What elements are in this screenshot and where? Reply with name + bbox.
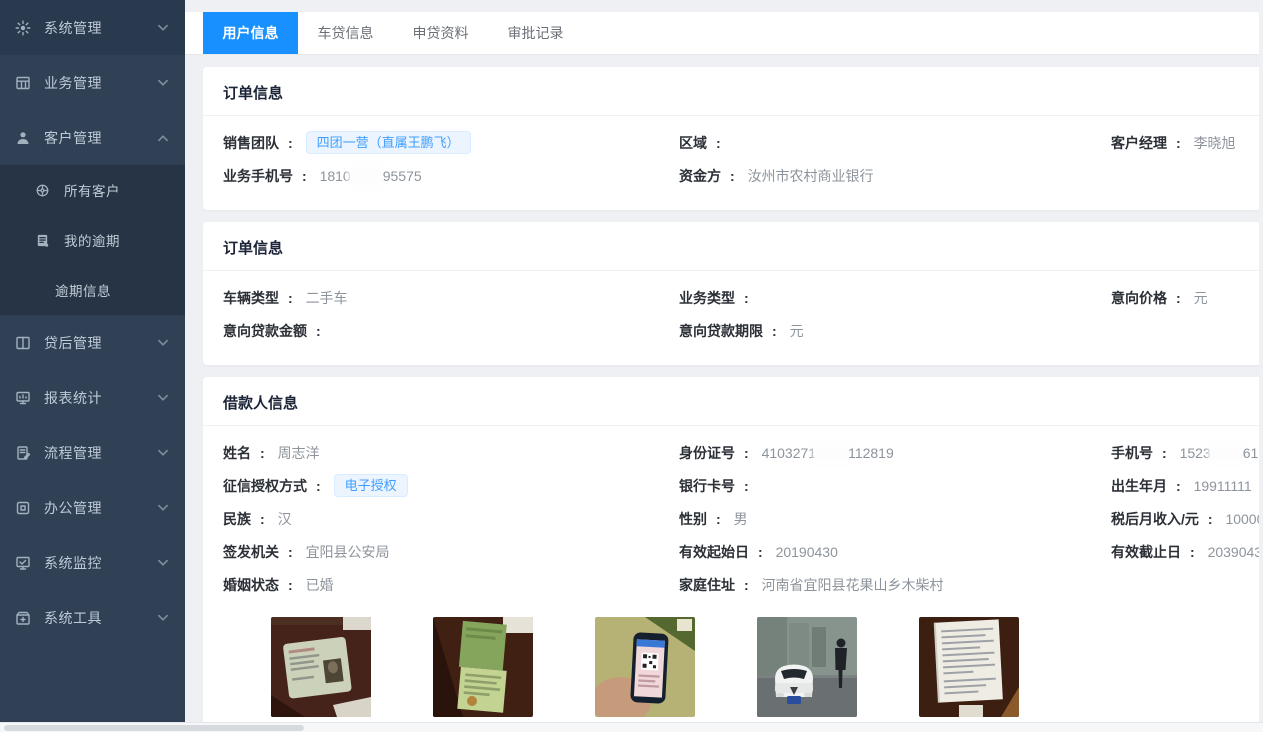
detail-tabbar: 用户信息 车贷信息 申贷资料 审批记录 (185, 12, 1263, 55)
field-valid-to: 有效截止日: 20390430 (1111, 542, 1263, 562)
monitor-check-icon (15, 555, 33, 571)
id-card-photo[interactable] (271, 617, 371, 732)
field-gender: 性别: 男 (679, 509, 1111, 529)
field-phone: 手机号: 15236137 (1111, 443, 1263, 463)
sidebar-item-label: 业务管理 (44, 73, 157, 93)
order-info-card-1: 订单信息 销售团队: 四团一营（直属王鹏飞） 区域: 客户经理: 李晓旭 业务手 (203, 67, 1263, 210)
sidebar-item-system-monitor[interactable]: 系统监控 (0, 535, 185, 590)
field-marital: 婚姻状态: 已婚 (223, 575, 679, 595)
tab-user-info[interactable]: 用户信息 (203, 12, 298, 54)
sidebar-item-label: 系统工具 (44, 608, 157, 628)
sidebar-item-label: 我的逾期 (64, 230, 169, 250)
notebook-icon (35, 232, 53, 248)
main-content: 用户信息 车贷信息 申贷资料 审批记录 订单信息 销售团队: 四团一营（直属王鹏… (185, 0, 1263, 722)
field-id-number: 身份证号: 4103271112819 (679, 443, 1111, 463)
field-credit-auth: 征信授权方式: 电子授权 (223, 474, 679, 497)
sidebar-item-label: 客户管理 (44, 128, 157, 148)
customer-wheel-icon (35, 182, 53, 198)
privacy-blur-patch (1212, 447, 1242, 459)
sidebar-item-label: 系统监控 (44, 553, 157, 573)
sidebar-item-overdue-info[interactable]: 逾期信息 (0, 265, 185, 315)
privacy-blur-patch (352, 170, 382, 182)
field-business-type: 业务类型: (679, 288, 1111, 308)
field-funder: 资金方: 汝州市农村商业银行 (679, 166, 1111, 186)
chevron-down-icon (157, 24, 169, 32)
tab-approval-records[interactable]: 审批记录 (488, 12, 583, 54)
field-bank-card: 银行卡号: (679, 476, 1111, 496)
field-intent-loan-amount: 意向贷款金额: (223, 321, 679, 341)
phone-qr-auth-photo[interactable] (595, 617, 695, 732)
borrower-photos (271, 617, 1243, 732)
card-title: 借款人信息 (203, 377, 1263, 426)
field-intent-price: 意向价格: 元 (1111, 288, 1243, 308)
sidebar-item-label: 逾期信息 (55, 280, 169, 300)
doc-edit-icon (15, 445, 33, 461)
chevron-up-icon (157, 134, 169, 142)
sidebar-item-label: 办公管理 (44, 498, 157, 518)
monitor-icon (15, 390, 33, 406)
handwritten-document-photo[interactable] (919, 617, 1019, 732)
chevron-down-icon (157, 614, 169, 622)
field-account-manager: 客户经理: 李晓旭 (1111, 133, 1243, 153)
sidebar-item-business-mgmt[interactable]: 业务管理 (0, 55, 185, 110)
sales-team-tag: 四团一营（直属王鹏飞） (306, 131, 471, 154)
sidebar-item-my-overdue[interactable]: 我的逾期 (0, 215, 185, 265)
chevron-down-icon (157, 394, 169, 402)
field-issuing-authority: 签发机关: 宜阳县公安局 (223, 542, 679, 562)
sidebar: 系统管理 业务管理 客户管理 所有客户 我的逾期 逾期信息 (0, 0, 185, 722)
borrower-info-card: 借款人信息 姓名: 周志洋 身份证号: 4103271112819 手机号: 1… (203, 377, 1263, 732)
privacy-blur-patch (817, 447, 847, 459)
tab-loan-application-docs[interactable]: 申贷资料 (393, 12, 488, 54)
field-ethnicity: 民族: 汉 (223, 509, 679, 529)
gear-icon (15, 20, 33, 36)
sidebar-item-system-mgmt[interactable]: 系统管理 (0, 0, 185, 55)
sidebar-item-label: 贷后管理 (44, 333, 157, 353)
sidebar-item-process-mgmt[interactable]: 流程管理 (0, 425, 185, 480)
field-region: 区域: (679, 133, 1111, 153)
sidebar-item-postloan-mgmt[interactable]: 贷后管理 (0, 315, 185, 370)
chevron-down-icon (157, 504, 169, 512)
sidebar-item-customer-mgmt[interactable]: 客户管理 (0, 110, 185, 165)
office-icon (15, 500, 33, 516)
sidebar-item-label: 系统管理 (44, 18, 157, 38)
toolbox-icon (15, 610, 33, 626)
field-sales-team: 销售团队: 四团一营（直属王鹏飞） (223, 131, 679, 154)
horizontal-scrollbar[interactable] (0, 722, 1263, 732)
credit-auth-tag: 电子授权 (334, 474, 408, 497)
card-title: 订单信息 (203, 67, 1263, 116)
vertical-scrollbar[interactable] (1259, 0, 1263, 722)
field-address: 家庭住址: 河南省宜阳县花果山乡木柴村 (679, 575, 1111, 595)
sidebar-item-all-customers[interactable]: 所有客户 (0, 165, 185, 215)
chevron-down-icon (157, 79, 169, 87)
sidebar-item-label: 报表统计 (44, 388, 157, 408)
horizontal-scrollbar-thumb[interactable] (4, 725, 304, 731)
field-valid-from: 有效起始日: 20190430 (679, 542, 1111, 562)
sidebar-item-label: 流程管理 (44, 443, 157, 463)
card-title: 订单信息 (203, 222, 1263, 271)
chevron-down-icon (157, 559, 169, 567)
chevron-down-icon (157, 339, 169, 347)
field-business-phone: 业务手机号: 181095575 (223, 166, 679, 186)
book-icon (15, 335, 33, 351)
sidebar-item-label: 所有客户 (64, 180, 169, 200)
sidebar-item-report-stats[interactable]: 报表统计 (0, 370, 185, 425)
sidebar-item-office-mgmt[interactable]: 办公管理 (0, 480, 185, 535)
field-income: 税后月收入/元: 10000 (1111, 509, 1263, 529)
credential-booklet-photo[interactable] (433, 617, 533, 732)
field-vehicle-type: 车辆类型: 二手车 (223, 288, 679, 308)
tab-car-loan-info[interactable]: 车贷信息 (298, 12, 393, 54)
field-birth: 出生年月: 19911111 (1111, 476, 1252, 496)
sidebar-item-system-tools[interactable]: 系统工具 (0, 590, 185, 645)
person-with-car-photo[interactable] (757, 617, 857, 732)
chevron-down-icon (157, 449, 169, 457)
user-icon (15, 130, 33, 146)
sidebar-submenu-customer: 所有客户 我的逾期 逾期信息 (0, 165, 185, 315)
order-info-card-2: 订单信息 车辆类型: 二手车 业务类型: 意向价格: 元 意向贷款金额: (203, 222, 1263, 365)
grid-icon (15, 75, 33, 91)
field-intent-loan-term: 意向贷款期限: 元 (679, 321, 1111, 341)
field-name: 姓名: 周志洋 (223, 443, 679, 463)
